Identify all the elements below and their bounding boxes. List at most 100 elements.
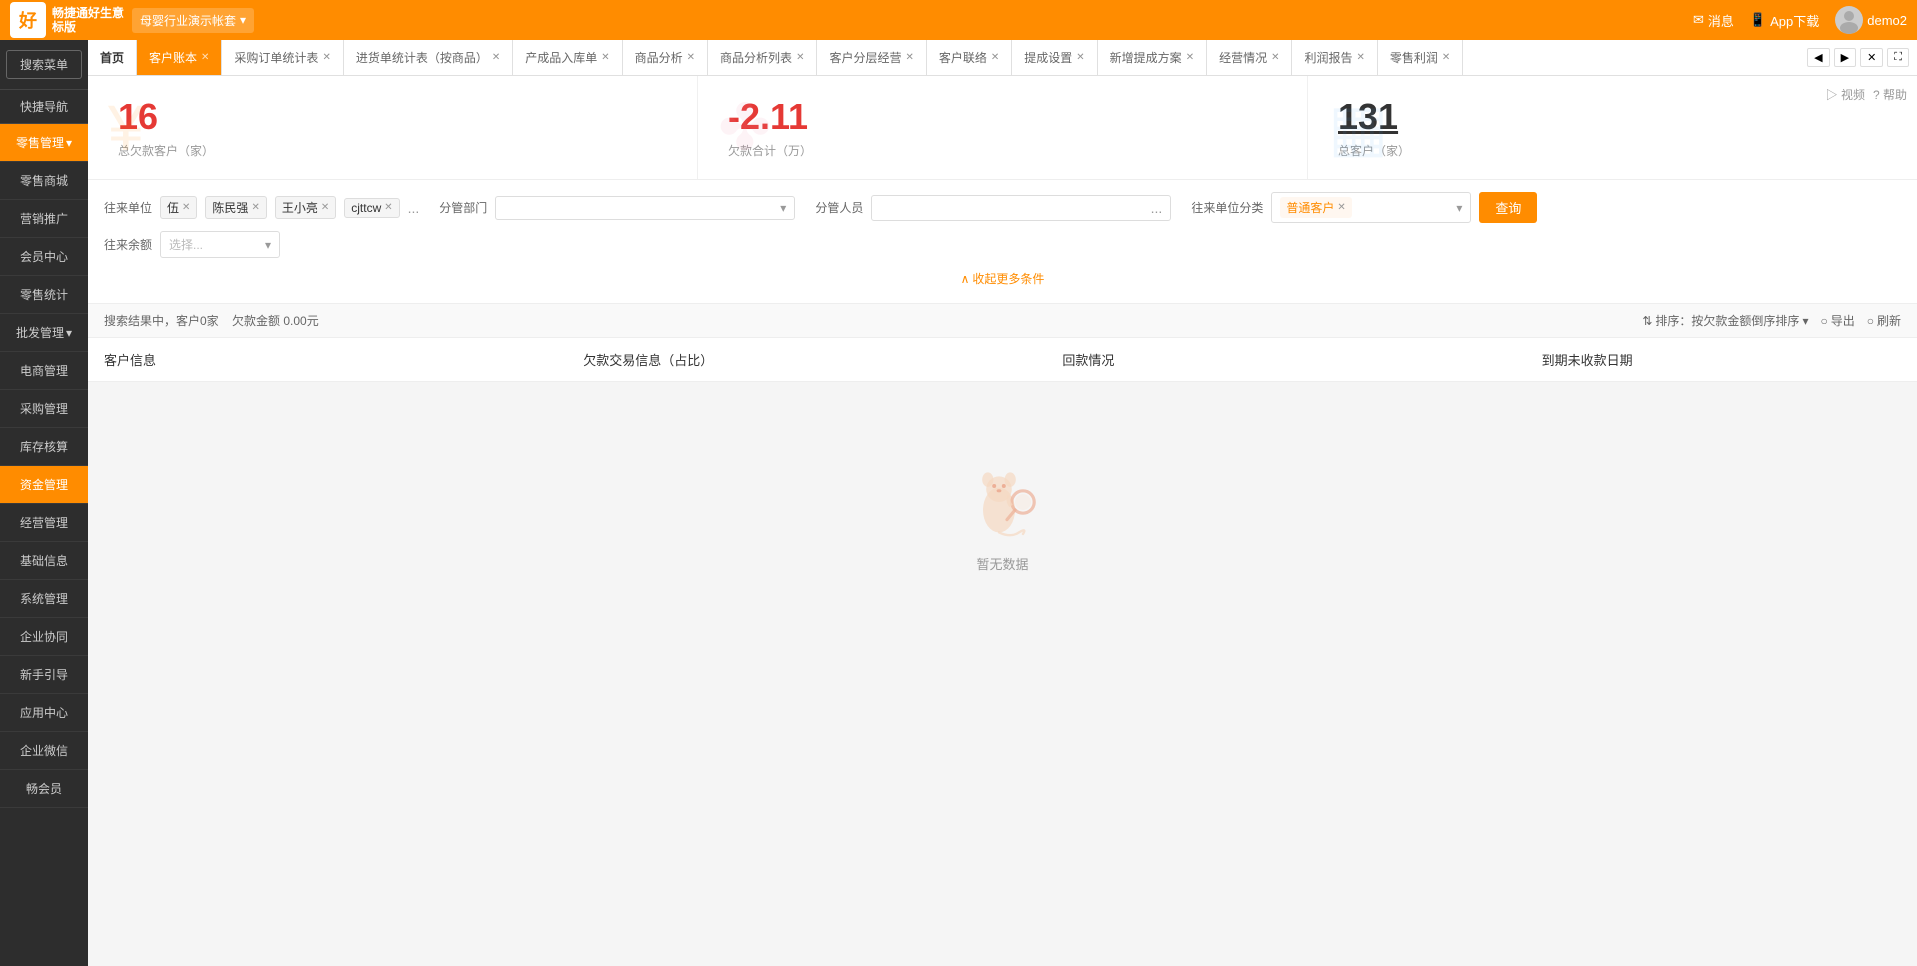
query-button[interactable]: 查询 <box>1479 192 1537 223</box>
sidebar-item-retail-mall[interactable]: 零售商城 <box>0 162 88 200</box>
results-summary: 搜索结果中，客户0家 欠款金额 0.00元 <box>104 312 319 329</box>
app-download-btn[interactable]: 📱 App下载 <box>1750 11 1819 30</box>
tab-label: 商品分析 <box>635 49 683 66</box>
sidebar-item-label: 批发管理 <box>16 324 64 341</box>
sidebar-item-wechat[interactable]: 企业微信 <box>0 732 88 770</box>
filter-tag-chen: 陈民强 ✕ <box>205 196 266 219</box>
sort-select[interactable]: ⇅ 排序：按欠款金额倒序排序 ▾ <box>1642 312 1808 329</box>
tab-next-btn[interactable]: ▶ <box>1834 48 1856 67</box>
sidebar-item-wholesale[interactable]: 批发管理 ▾ <box>0 314 88 352</box>
close-icon[interactable]: ✕ <box>687 52 695 63</box>
tag-close-cjttcw[interactable]: ✕ <box>384 202 392 213</box>
unit-classify-select[interactable]: 普通客户 ✕ ▾ <box>1271 192 1471 223</box>
close-icon[interactable]: ✕ <box>1442 52 1450 63</box>
sidebar-item-new-guide[interactable]: 新手引导 <box>0 656 88 694</box>
amount-select[interactable]: 选择... ▾ <box>160 231 280 258</box>
message-btn[interactable]: ✉ 消息 <box>1693 11 1734 30</box>
logo-line1: 畅捷通好生意 <box>52 6 124 20</box>
sidebar-item-finance[interactable]: 资金管理 <box>0 466 88 504</box>
tab-product-analysis[interactable]: 商品分析 ✕ <box>623 40 708 76</box>
person-more-btn[interactable]: ... <box>1151 200 1163 216</box>
classify-tag: 普通客户 ✕ <box>1280 197 1351 218</box>
stat-bg-building-icon: ▦ <box>1328 90 1388 165</box>
sidebar-item-retail-stats[interactable]: 零售统计 <box>0 276 88 314</box>
tab-label: 采购订单统计表 <box>234 49 318 66</box>
sidebar-item-retail-mgmt[interactable]: 零售管理 ▾ <box>0 124 88 162</box>
classify-tag-close[interactable]: ✕ <box>1337 202 1345 213</box>
sidebar-item-operations[interactable]: 经营管理 <box>0 504 88 542</box>
refresh-btn[interactable]: ○ 刷新 <box>1867 312 1901 329</box>
more-tags-btn[interactable]: ... <box>408 200 420 216</box>
sidebar-item-purchase[interactable]: 采购管理 <box>0 390 88 428</box>
filter-row-2: 往来余额 选择... ▾ <box>104 231 1901 258</box>
export-icon: ○ <box>1820 314 1827 328</box>
tab-profit-report[interactable]: 利润报告 ✕ <box>1292 40 1377 76</box>
sidebar-item-enterprise[interactable]: 企业协同 <box>0 618 88 656</box>
sidebar-item-member-center[interactable]: 会员中心 <box>0 238 88 276</box>
chevron-icon: ▾ <box>66 326 72 340</box>
sidebar-item-vip[interactable]: 畅会员 <box>0 770 88 808</box>
export-btn[interactable]: ○ 导出 <box>1820 312 1854 329</box>
sidebar-item-app-center[interactable]: 应用中心 <box>0 694 88 732</box>
sidebar-item-basic-info[interactable]: 基础信息 <box>0 542 88 580</box>
tab-product-list[interactable]: 商品分析列表 ✕ <box>708 40 817 76</box>
close-icon[interactable]: ✕ <box>201 52 209 63</box>
tab-customer-contact[interactable]: 客户联络 ✕ <box>927 40 1012 76</box>
close-icon[interactable]: ✕ <box>601 52 609 63</box>
tab-purchase-order[interactable]: 采购订单统计表 ✕ <box>222 40 343 76</box>
close-icon[interactable]: ✕ <box>796 52 804 63</box>
sidebar-item-ecommerce[interactable]: 电商管理 <box>0 352 88 390</box>
video-link[interactable]: ▷ 视频 <box>1826 86 1865 103</box>
close-icon[interactable]: ✕ <box>1271 52 1279 63</box>
col-header-debt: 欠款交易信息（占比） <box>583 350 1062 369</box>
person-select[interactable]: ... <box>871 195 1171 221</box>
tab-customer-tier[interactable]: 客户分层经营 ✕ <box>817 40 926 76</box>
page-content: ¥ 16 总欠款客户（家） ✤ -2.11 欠款合计（万） ▦ 131 总客户（… <box>88 76 1917 966</box>
tag-close-wu[interactable]: ✕ <box>182 202 190 213</box>
tab-retail-profit[interactable]: 零售利润 ✕ <box>1378 40 1463 76</box>
tab-new-raise[interactable]: 新增提成方案 ✕ <box>1098 40 1207 76</box>
chevron-icon: ▾ <box>66 136 72 150</box>
close-icon[interactable]: ✕ <box>991 52 999 63</box>
col-header-repayment: 回款情况 <box>1062 350 1541 369</box>
tab-maximize-btn[interactable]: ⛶ <box>1887 48 1909 67</box>
top-bar-left: 好 畅捷通好生意 标版 母婴行业演示帐套 ▾ <box>10 2 254 38</box>
collapse-btn[interactable]: ∧ 收起更多条件 <box>104 266 1901 291</box>
close-icon[interactable]: ✕ <box>492 52 500 63</box>
sidebar-item-marketing[interactable]: 营销推广 <box>0 200 88 238</box>
close-icon[interactable]: ✕ <box>905 52 913 63</box>
sidebar-item-inventory[interactable]: 库存核算 <box>0 428 88 466</box>
filter-tag-cjttcw: cjttcw ✕ <box>344 198 399 218</box>
close-icon[interactable]: ✕ <box>1186 52 1194 63</box>
close-icon[interactable]: ✕ <box>1357 52 1365 63</box>
tab-operations[interactable]: 经营情况 ✕ <box>1207 40 1292 76</box>
tab-stock-stat[interactable]: 进货单统计表（按商品） ✕ <box>344 40 513 76</box>
tag-close-wang[interactable]: ✕ <box>321 202 329 213</box>
table-header: 客户信息 欠款交易信息（占比） 回款情况 到期未收款日期 <box>88 338 1917 382</box>
chevron-down-icon: ▾ <box>780 201 786 215</box>
sidebar-menu: 零售管理 ▾ 零售商城 营销推广 会员中心 零售统计 批发管理 ▾ 电商管理 采… <box>0 124 88 966</box>
close-icon[interactable]: ✕ <box>322 52 330 63</box>
search-menu-btn[interactable]: 搜索菜单 <box>6 50 82 79</box>
user-avatar-area[interactable]: demo2 <box>1835 6 1907 34</box>
tab-produce-stock[interactable]: 产成品入库单 ✕ <box>513 40 622 76</box>
tab-prev-btn[interactable]: ◀ <box>1807 48 1829 67</box>
quick-nav-btn[interactable]: 快捷导航 <box>0 90 88 124</box>
tab-home[interactable]: 首页 <box>88 40 137 76</box>
chevron-down-icon: ▾ <box>240 13 246 27</box>
stat-card-credit-customers: ¥ 16 总欠款客户（家） <box>88 76 698 179</box>
empty-illustration <box>963 462 1043 542</box>
tab-bar: 首页 客户账本 ✕ 采购订单统计表 ✕ 进货单统计表（按商品） ✕ 产成品入库单… <box>88 40 1917 76</box>
demo-selector-dropdown[interactable]: 母婴行业演示帐套 ▾ <box>132 8 254 33</box>
message-icon: ✉ <box>1693 12 1704 28</box>
dept-select[interactable]: ▾ <box>495 196 795 220</box>
download-icon: 📱 <box>1750 12 1766 28</box>
help-link[interactable]: ? 帮助 <box>1873 86 1907 103</box>
tab-raise-settings[interactable]: 提成设置 ✕ <box>1012 40 1097 76</box>
sidebar-item-sys-mgmt[interactable]: 系统管理 <box>0 580 88 618</box>
tab-close-all-btn[interactable]: ✕ <box>1860 48 1883 67</box>
close-icon[interactable]: ✕ <box>1076 52 1084 63</box>
chevron-down-icon: ▾ <box>1456 201 1462 215</box>
tab-customer-book[interactable]: 客户账本 ✕ <box>137 40 222 76</box>
tag-close-chen[interactable]: ✕ <box>251 202 259 213</box>
